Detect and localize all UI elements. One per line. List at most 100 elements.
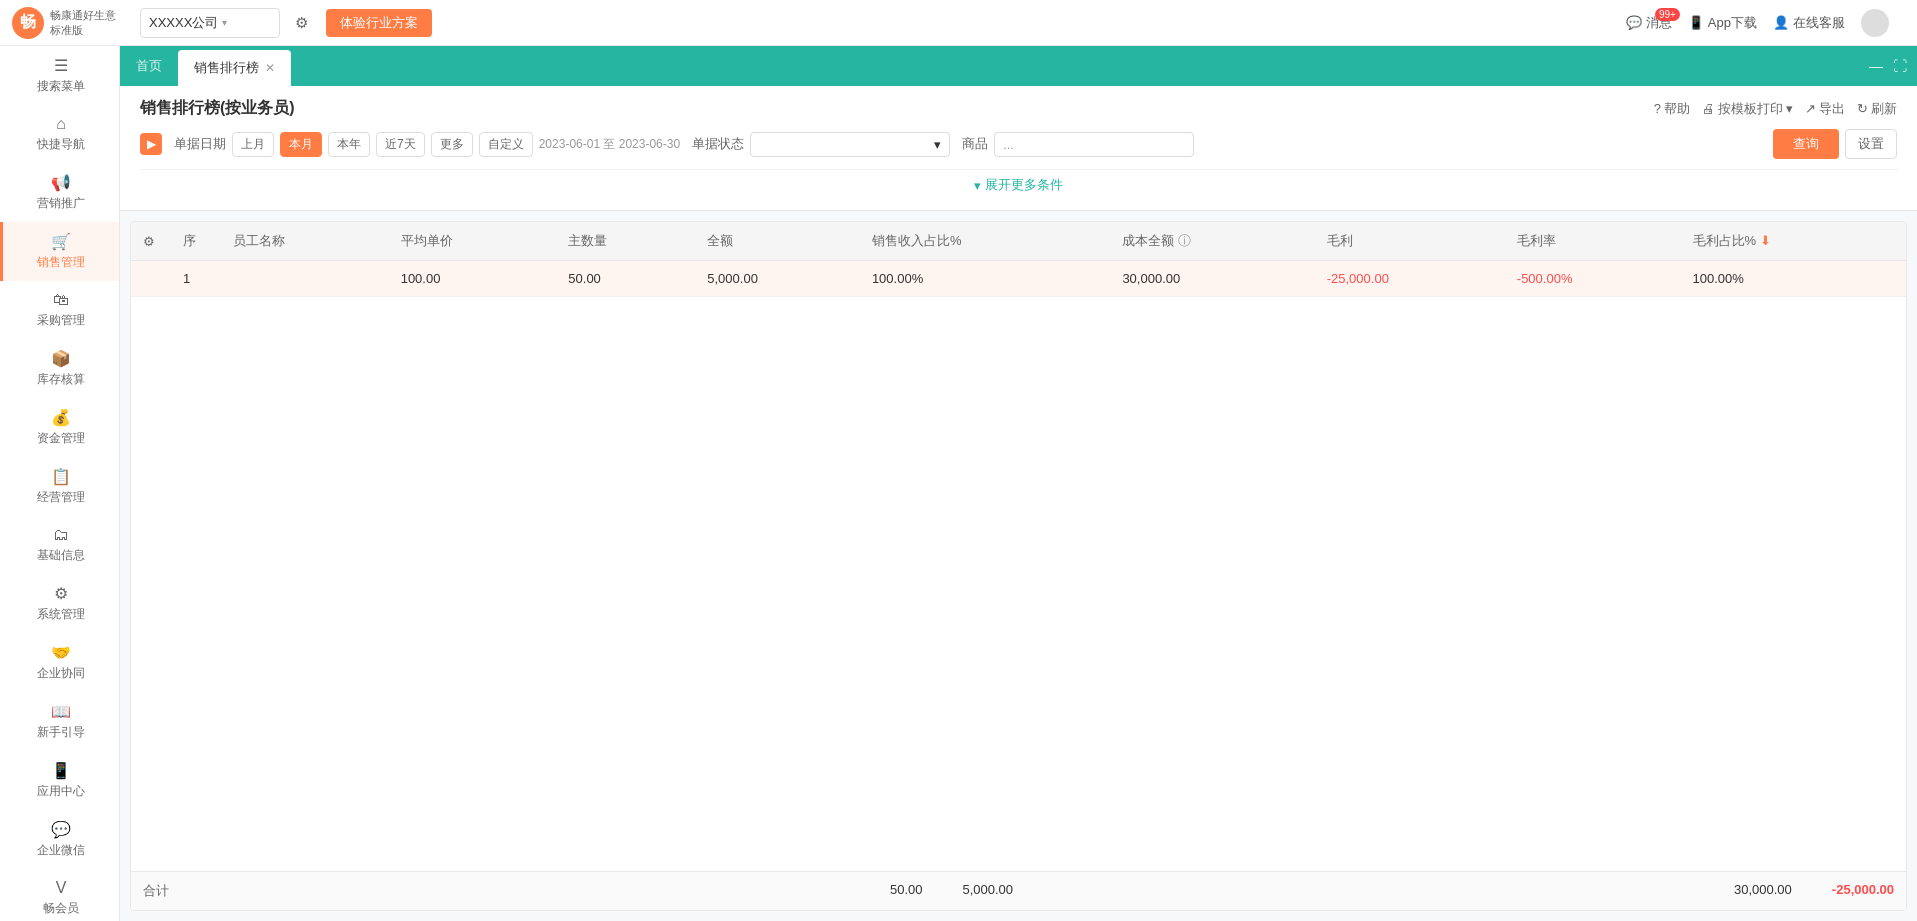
th-avg-price: 平均单价: [389, 222, 557, 261]
print-chevron-icon: ▾: [1786, 101, 1793, 116]
table-footer: 合计 50.00 5,000.00 30,000.00 -25,000.00: [131, 871, 1906, 910]
th-gross-ratio: 毛利占比% ⬇: [1681, 222, 1906, 261]
date-btn-current-year[interactable]: 本年: [328, 132, 370, 157]
topbar-right: 💬 消息 99+ 📱 App下载 👤 在线客服: [1626, 9, 1905, 37]
sidebar-item-basic-info[interactable]: 🗂 基础信息: [0, 516, 119, 574]
gear-button[interactable]: ⚙: [286, 8, 316, 38]
marketing-icon: 📢: [51, 173, 71, 192]
avatar[interactable]: [1861, 9, 1889, 37]
date-btn-current-month[interactable]: 本月: [280, 132, 322, 157]
minimize-icon[interactable]: —: [1869, 58, 1883, 74]
footer-label: 合计: [143, 882, 169, 900]
sidebar-item-purchase[interactable]: 🛍 采购管理: [0, 281, 119, 339]
company-name: XXXXX公司: [149, 14, 218, 32]
date-btn-custom[interactable]: 自定义: [479, 132, 533, 157]
member-icon: V: [56, 879, 67, 897]
topbar: 畅 畅康通好生意 标准版 XXXXX公司 ▾ ⚙ 体验行业方案 💬 消息 99+…: [0, 0, 1917, 46]
td-amount: 5,000.00: [695, 261, 860, 297]
message-badge: 99+: [1655, 8, 1680, 21]
filter-row-1: ▶ 单据日期 上月 本月 本年 近7天 更多 自定义 2023-06-01 至 …: [140, 129, 1897, 169]
trial-button[interactable]: 体验行业方案: [326, 9, 432, 37]
basic-info-icon: 🗂: [53, 526, 69, 544]
th-cost-amount: 成本全额 ⓘ: [1110, 222, 1314, 261]
sidebar-item-marketing[interactable]: 📢 营销推广: [0, 163, 119, 222]
date-btn-7days[interactable]: 近7天: [376, 132, 425, 157]
sidebar-item-search-order[interactable]: ☰ 搜索菜单: [0, 46, 119, 105]
maximize-icon[interactable]: ⛶: [1893, 58, 1907, 74]
goods-ellipsis-icon[interactable]: ...: [1003, 137, 1014, 152]
table-header-row: ⚙ 序 员工名称 平均单价 主数量 全额 销售收入占比% 成本全额 ⓘ 毛利: [131, 222, 1906, 261]
th-gross-profit: 毛利: [1315, 222, 1505, 261]
td-gross-profit: -25,000.00: [1315, 261, 1505, 297]
date-filter-group: 单据日期 上月 本月 本年 近7天 更多 自定义 2023-06-01 至 20…: [174, 132, 680, 157]
goods-filter-group: 商品 ...: [962, 132, 1194, 157]
query-button[interactable]: 查询: [1773, 129, 1839, 159]
td-gross-rate: -500.00%: [1505, 261, 1681, 297]
footer-amount: 5,000.00: [962, 882, 1013, 900]
date-filter-label: 单据日期: [174, 135, 226, 153]
expand-more-row: ▾ 展开更多条件: [140, 169, 1897, 210]
tab-bar: 首页 销售排行榜 ✕ — ⛶: [120, 46, 1917, 86]
service-icon: 👤: [1773, 15, 1789, 30]
sidebar-item-member[interactable]: V 畅会员: [0, 869, 119, 921]
td-sales-ratio: 100.00%: [860, 261, 1111, 297]
status-chevron-icon: ▾: [934, 137, 941, 152]
logo-text: 畅康通好生意 标准版: [50, 8, 116, 37]
settings-button[interactable]: 设置: [1845, 129, 1897, 159]
expand-more-button[interactable]: ▾ 展开更多条件: [140, 170, 1897, 200]
sidebar-item-wechat[interactable]: 💬 企业微信: [0, 810, 119, 869]
export-icon: ↗: [1805, 101, 1816, 116]
refresh-button[interactable]: ↻ 刷新: [1857, 100, 1897, 118]
date-btn-last-month[interactable]: 上月: [232, 132, 274, 157]
sales-icon: 🛒: [51, 232, 71, 251]
sidebar-item-sales[interactable]: 🛒 销售管理: [0, 222, 119, 281]
finance-icon: 💰: [51, 408, 71, 427]
footer-main-qty: 50.00: [890, 882, 923, 900]
message-button[interactable]: 💬 消息 99+: [1626, 14, 1672, 32]
filter-toggle-arrow[interactable]: ▶: [140, 133, 162, 155]
export-button[interactable]: ↗ 导出: [1805, 100, 1845, 118]
page-content: 销售排行榜(按业务员) ? 帮助 🖨 按模板打印 ▾ ↗: [120, 86, 1917, 921]
sidebar-item-inventory[interactable]: 📦 库存核算: [0, 339, 119, 398]
sidebar-item-system[interactable]: ⚙ 系统管理: [0, 574, 119, 633]
chevron-down-icon: ▾: [222, 17, 227, 28]
sidebar-item-guide[interactable]: 📖 新手引导: [0, 692, 119, 751]
status-select[interactable]: ▾: [750, 132, 950, 157]
help-button[interactable]: ? 帮助: [1654, 100, 1690, 118]
online-service-button[interactable]: 👤 在线客服: [1773, 14, 1845, 32]
td-avg-price: 100.00: [389, 261, 557, 297]
footer-gross-profit: -25,000.00: [1832, 882, 1894, 900]
tab-sales-ranking[interactable]: 销售排行榜 ✕: [178, 50, 291, 86]
message-icon: 💬: [1626, 15, 1642, 30]
th-main-qty: 主数量: [556, 222, 695, 261]
table-row: 1 100.00 50.00 5,000.00 100.00% 30,000.0…: [131, 261, 1906, 297]
data-table: ⚙ 序 员工名称 平均单价 主数量 全额 销售收入占比% 成本全额 ⓘ 毛利: [131, 222, 1906, 297]
sidebar-item-cooperation[interactable]: 🤝 企业协同: [0, 633, 119, 692]
td-settings: [131, 261, 171, 297]
sidebar-item-finance[interactable]: 💰 资金管理: [0, 398, 119, 457]
tab-home[interactable]: 首页: [120, 46, 178, 86]
inventory-icon: 📦: [51, 349, 71, 368]
date-btn-more[interactable]: 更多: [431, 132, 473, 157]
tab-bar-right: — ⛶: [1869, 58, 1917, 74]
sidebar-item-quick-nav[interactable]: ⌂ 快捷导航: [0, 105, 119, 163]
purchase-icon: 🛍: [53, 291, 69, 309]
help-icon: ?: [1654, 101, 1661, 116]
company-selector[interactable]: XXXXX公司 ▾: [140, 8, 280, 38]
expand-chevron-icon: ▾: [974, 178, 981, 193]
tab-close-icon[interactable]: ✕: [265, 61, 275, 75]
sidebar-item-app-center[interactable]: 📱 应用中心: [0, 751, 119, 810]
logo-area: 畅 畅康通好生意 标准版: [12, 7, 132, 39]
page-title: 销售排行榜(按业务员): [140, 98, 295, 119]
sidebar-item-operations[interactable]: 📋 经营管理: [0, 457, 119, 516]
print-button[interactable]: 🖨 按模板打印 ▾: [1702, 100, 1793, 118]
print-icon: 🖨: [1702, 101, 1715, 116]
app-download-button[interactable]: 📱 App下载: [1688, 14, 1757, 32]
sidebar: ☰ 搜索菜单 ⌂ 快捷导航 📢 营销推广 🛒 销售管理 🛍 采购管理 📦 库存核…: [0, 46, 120, 921]
footer-cost-amount: 30,000.00: [1734, 882, 1792, 900]
td-gross-ratio: 100.00%: [1681, 261, 1906, 297]
header-actions: ? 帮助 🖨 按模板打印 ▾ ↗ 导出 ↻: [1654, 100, 1897, 118]
gross-ratio-sort-icon: ⬇: [1760, 233, 1771, 248]
goods-input[interactable]: ...: [994, 132, 1194, 157]
date-range-text: 2023-06-01 至 2023-06-30: [539, 136, 680, 153]
